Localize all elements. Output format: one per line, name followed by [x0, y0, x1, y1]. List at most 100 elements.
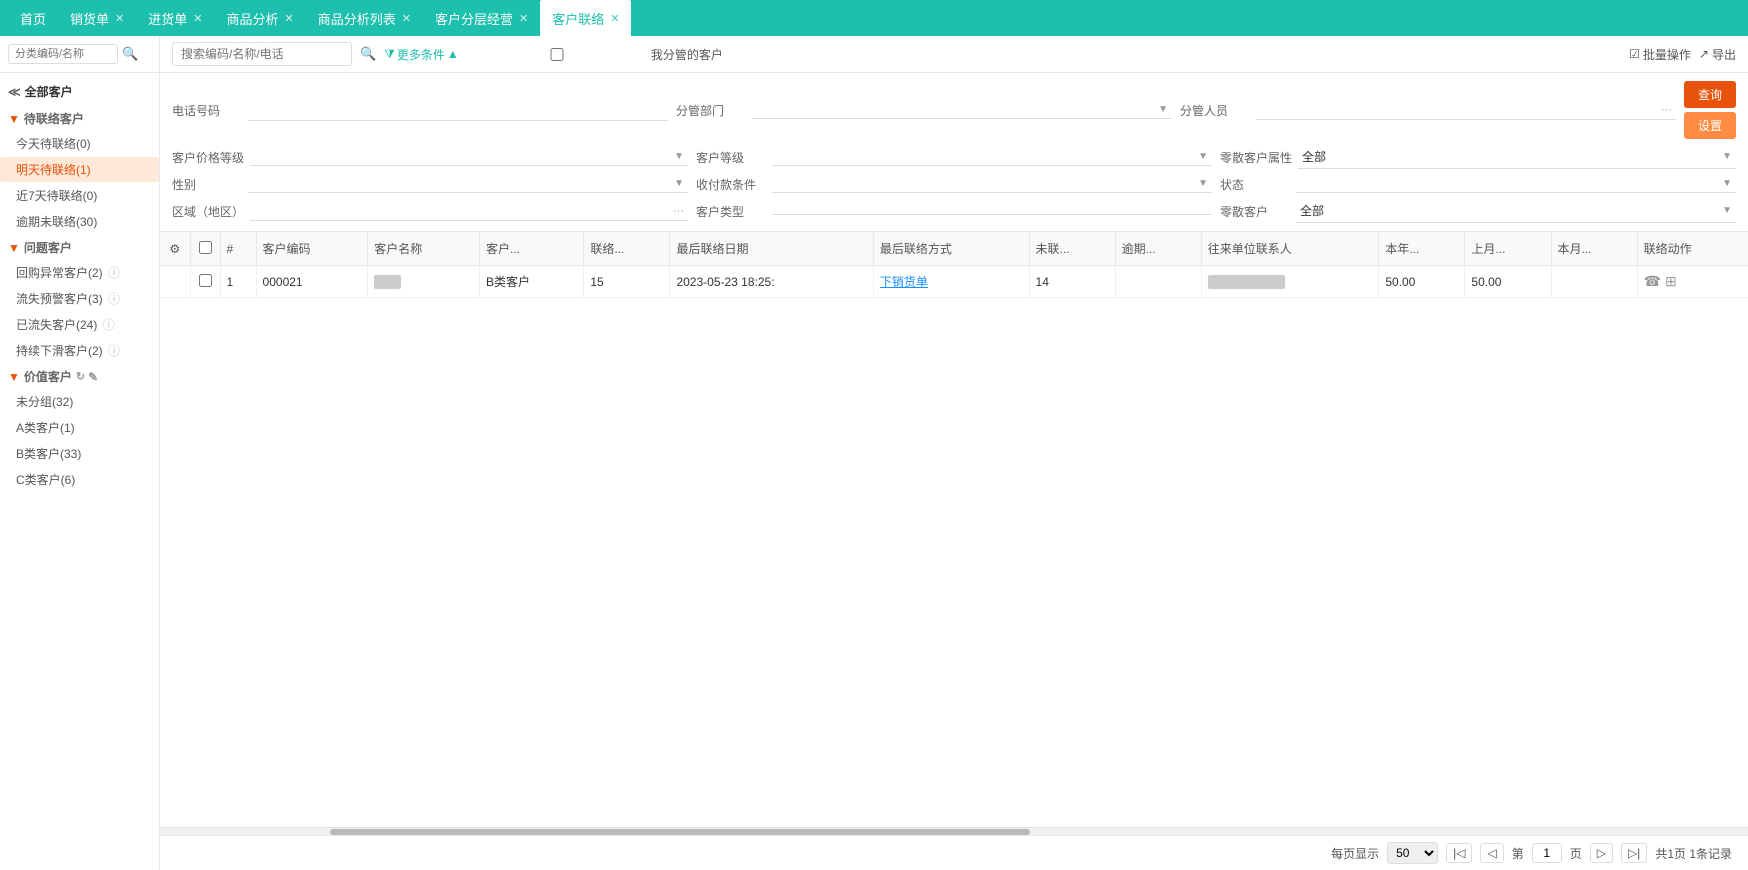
first-page-btn[interactable]: |◁ [1446, 843, 1472, 863]
checkbox-bulk-icon: ☑ [1629, 47, 1640, 61]
prev-page-btn[interactable]: ◁ [1480, 843, 1503, 863]
settings-btn[interactable]: 设置 [1684, 112, 1736, 139]
dept-select[interactable]: ▼ [752, 101, 1172, 119]
triangle-icon: ▼ [8, 112, 20, 126]
sidebar-search-icon[interactable]: 🔍 [122, 46, 138, 62]
close-analysis-list-icon[interactable]: ✕ [402, 12, 411, 25]
pending-section-header: ▼ 待联络客户 [0, 106, 159, 131]
filter-actions: 查询 设置 [1684, 81, 1736, 139]
search-button[interactable]: 🔍 [360, 46, 376, 62]
col-this-month[interactable]: 本月... [1551, 232, 1637, 266]
nav-analysis[interactable]: 商品分析 ✕ [214, 0, 305, 36]
row-this-month [1551, 266, 1637, 298]
col-overdue[interactable]: 逾期... [1115, 232, 1201, 266]
page-input[interactable] [1532, 843, 1562, 863]
row-uncontacted: 14 [1029, 266, 1115, 298]
edit-icon[interactable]: ✎ [88, 370, 98, 384]
horizontal-scrollbar[interactable] [160, 827, 1748, 835]
nav-sales[interactable]: 销货单 ✕ [58, 0, 136, 36]
bulk-op-btn[interactable]: ☑ 批量操作 [1629, 46, 1691, 63]
region-label: 区域（地区） [172, 203, 244, 220]
nav-analysis-list[interactable]: 商品分析列表 ✕ [306, 0, 423, 36]
status-select[interactable]: ▼ [1296, 175, 1736, 193]
col-no: # [220, 232, 256, 266]
grid-action-icon[interactable]: ⊞ [1665, 273, 1677, 290]
row-last-method[interactable]: 下销货单 [873, 266, 1029, 298]
payment-filter: 收付款条件 ▼ [696, 175, 1212, 193]
col-this-year[interactable]: 本年... [1379, 232, 1465, 266]
sidebar-item-churned[interactable]: 已流失客户(24) ⓘ [0, 312, 159, 337]
customer-level-select[interactable]: ▼ [772, 148, 1212, 166]
region-select[interactable]: ··· [250, 202, 688, 221]
manager-select[interactable]: ··· [1256, 101, 1676, 120]
sidebar-item-b-class[interactable]: B类客户(33) [0, 441, 159, 466]
sidebar-item-overdue-pending[interactable]: 逾期未联络(30) [0, 209, 159, 234]
sidebar-item-ungrouped[interactable]: 未分组(32) [0, 389, 159, 414]
payment-chevron-icon: ▼ [1198, 178, 1208, 189]
col-code[interactable]: 客户编码 [256, 232, 368, 266]
col-settings[interactable]: ⚙ [160, 232, 190, 266]
nav-home[interactable]: 首页 [8, 0, 58, 36]
phone-input[interactable] [248, 100, 668, 121]
row-settings-cell [160, 266, 190, 298]
export-icon: ↗ [1699, 47, 1709, 61]
close-sales-icon[interactable]: ✕ [115, 12, 124, 25]
col-uncontacted[interactable]: 未联... [1029, 232, 1115, 266]
col-unit-contact[interactable]: 往来单位联系人 [1201, 232, 1379, 266]
nav-customer-contact[interactable]: 客户联络 ✕ [540, 0, 631, 36]
sidebar-item-today-pending[interactable]: 今天待联络(0) [0, 131, 159, 156]
customer-value-label: 客户价格等级 [172, 149, 244, 166]
last-page-btn[interactable]: ▷| [1621, 843, 1647, 863]
gender-label: 性别 [172, 176, 242, 193]
row-contact-count: 15 [584, 266, 670, 298]
sidebar-item-declining[interactable]: 持续下滑客户(2) ⓘ [0, 338, 159, 363]
row-name[interactable]: Ea [368, 266, 480, 298]
per-page-select[interactable]: 50 100 200 [1387, 842, 1438, 864]
col-name[interactable]: 客户名称 [368, 232, 480, 266]
close-analysis-icon[interactable]: ✕ [285, 12, 294, 25]
all-customers-title[interactable]: ≪ 全部客户 [8, 79, 151, 104]
refresh-icon[interactable]: ↻ [76, 370, 85, 383]
sidebar-item-repurchase-anomaly[interactable]: 回购异常客户(2) ⓘ [0, 260, 159, 285]
sidebar-item-a-class[interactable]: A类客户(1) [0, 415, 159, 440]
retail-customer-select[interactable]: 全部 ▼ [1296, 199, 1736, 223]
select-all-checkbox[interactable] [199, 241, 212, 254]
sidebar-item-churn-warning[interactable]: 流失预警客户(3) ⓘ [0, 286, 159, 311]
nav-purchase[interactable]: 进货单 ✕ [136, 0, 214, 36]
next-page-btn[interactable]: ▷ [1590, 843, 1613, 863]
col-last-month[interactable]: 上月... [1465, 232, 1551, 266]
sidebar-item-c-class[interactable]: C类客户(6) [0, 467, 159, 492]
my-customers-checkbox-area[interactable]: 我分管的客户 [467, 46, 723, 63]
col-last-method[interactable]: 最后联络方式 [873, 232, 1029, 266]
collapse-icon: ≪ [8, 85, 21, 99]
search-input[interactable] [172, 42, 352, 66]
row-last-month: 50.00 [1465, 266, 1551, 298]
region-filter: 区域（地区） ··· [172, 202, 688, 221]
col-last-date[interactable]: 最后联络日期 [670, 232, 873, 266]
close-customer-seg-icon[interactable]: ✕ [519, 12, 528, 25]
more-conditions-btn[interactable]: ⧩ 更多条件 ▲ [384, 46, 459, 63]
info-icon: ⓘ [108, 266, 120, 280]
col-type[interactable]: 客户... [479, 232, 583, 266]
row-this-year: 50.00 [1379, 266, 1465, 298]
payment-select[interactable]: ▼ [772, 175, 1212, 193]
phone-action-icon[interactable]: ☎ [1644, 273, 1661, 290]
scroll-thumb[interactable] [330, 829, 1030, 835]
query-btn[interactable]: 查询 [1684, 81, 1736, 108]
phone-filter: 电话号码 [172, 100, 668, 121]
export-btn[interactable]: ↗ 导出 [1699, 46, 1736, 63]
sidebar-search-input[interactable] [8, 44, 118, 64]
col-contact-count[interactable]: 联络... [584, 232, 670, 266]
sidebar-item-7day-pending[interactable]: 近7天待联络(0) [0, 183, 159, 208]
sidebar-item-tomorrow-pending[interactable]: 明天待联络(1) [0, 157, 159, 182]
row-checkbox[interactable] [199, 274, 212, 287]
gender-select[interactable]: ▼ [248, 175, 688, 193]
my-customers-checkbox[interactable] [467, 48, 647, 61]
retail-attr-select[interactable]: 全部 ▼ [1298, 145, 1736, 169]
close-purchase-icon[interactable]: ✕ [193, 12, 202, 25]
nav-customer-seg[interactable]: 客户分层经营 ✕ [423, 0, 540, 36]
customer-value-select[interactable]: ▼ [250, 148, 688, 166]
customer-type-select[interactable] [772, 208, 1212, 215]
close-customer-contact-icon[interactable]: ✕ [610, 12, 619, 25]
data-table-container: ⚙ # 客户编码 客户名称 客户... [160, 232, 1748, 827]
